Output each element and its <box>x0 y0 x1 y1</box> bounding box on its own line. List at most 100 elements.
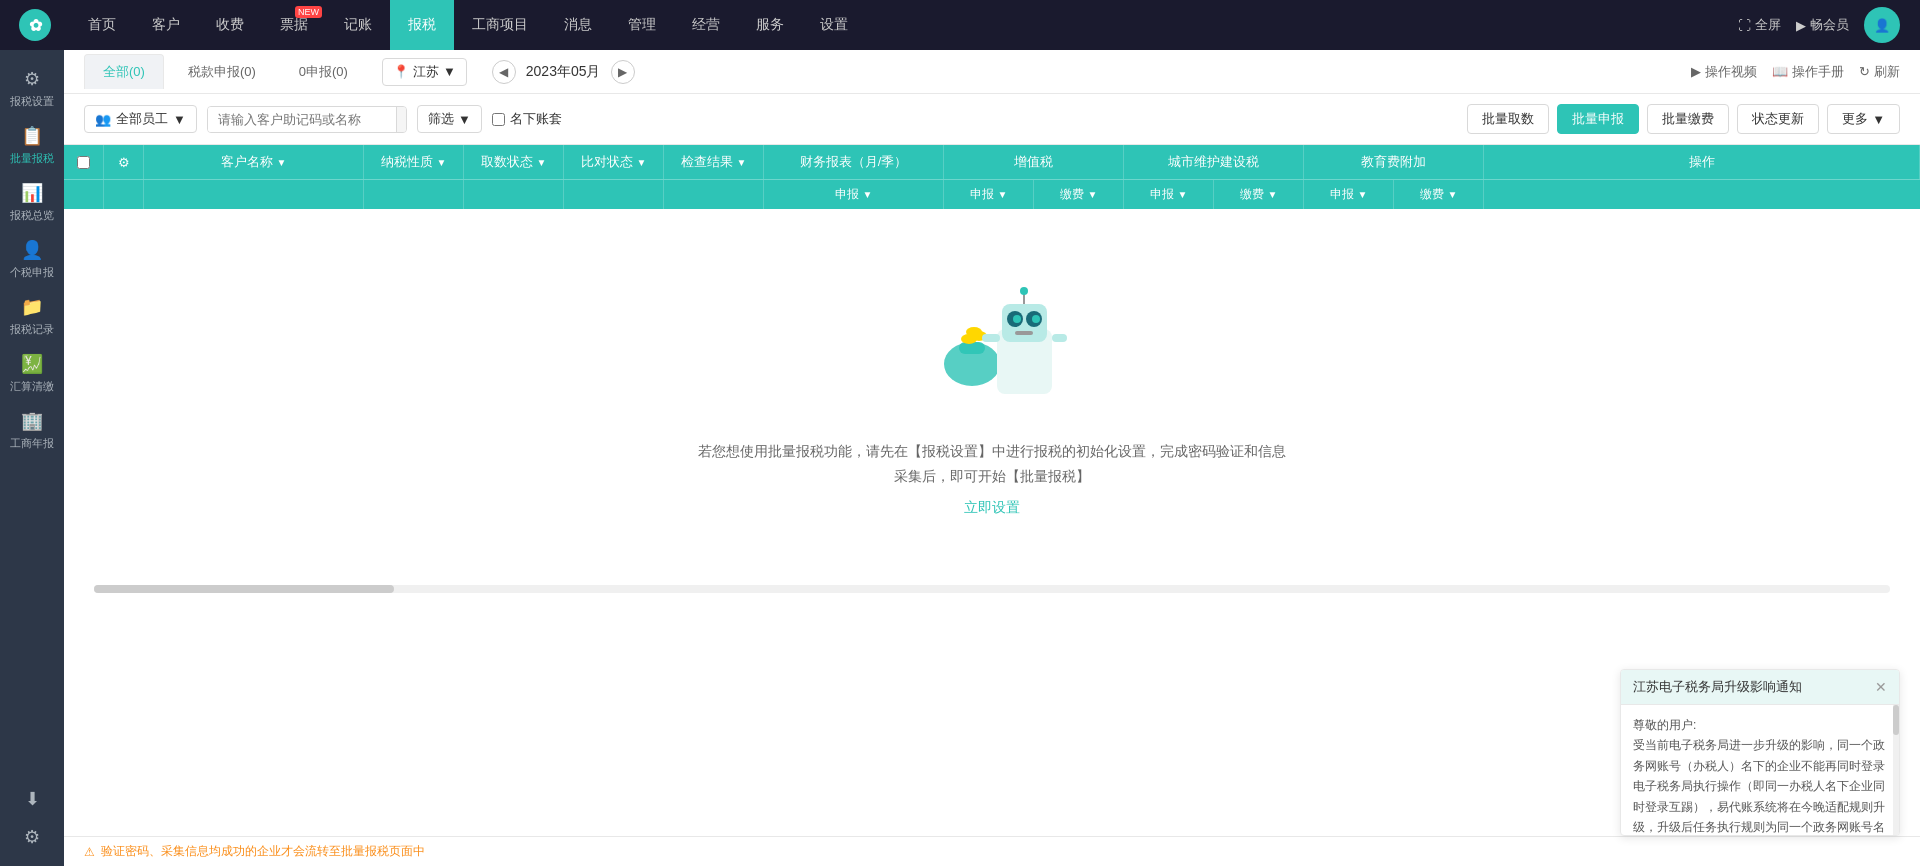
h-scrollbar-thumb[interactable] <box>94 585 394 593</box>
chevron-down-icon: ▼ <box>1872 112 1885 127</box>
sidebar-item-tax-records[interactable]: 📁 报税记录 <box>0 288 64 345</box>
search-button[interactable]: 🔍 <box>396 107 407 132</box>
svg-point-4 <box>966 327 982 337</box>
setup-link[interactable]: 立即设置 <box>964 499 1020 517</box>
book-icon: 📖 <box>1772 64 1788 79</box>
sub-th-city-declare: 申报 ▼ <box>1124 180 1214 209</box>
svg-point-10 <box>1032 315 1040 323</box>
more-btn[interactable]: 更多 ▼ <box>1827 104 1900 134</box>
nav-manage[interactable]: 管理 <box>610 0 674 50</box>
tab-all[interactable]: 全部(0) <box>84 54 164 89</box>
member-icon: ▶ <box>1796 18 1806 33</box>
prev-month-btn[interactable]: ◀ <box>492 60 516 84</box>
sort-icon: ▼ <box>1178 189 1188 200</box>
user-avatar[interactable]: 👤 <box>1864 7 1900 43</box>
th-education-tax: 教育费附加 <box>1304 145 1484 179</box>
sidebar-item-annual-report[interactable]: 🏢 工商年报 <box>0 402 64 459</box>
sidebar-item-settlement[interactable]: 💹 汇算清缴 <box>0 345 64 402</box>
member-btn[interactable]: ▶ 畅会员 <box>1796 16 1849 34</box>
nav-message[interactable]: 消息 <box>546 0 610 50</box>
nav-home[interactable]: 首页 <box>70 0 134 50</box>
empty-message: 若您想使用批量报税功能，请先在【报税设置】中进行报税的初始化设置，完成密码验证和… <box>692 439 1292 489</box>
employee-select[interactable]: 👥 全部员工 ▼ <box>84 105 197 133</box>
annual-report-icon: 🏢 <box>21 410 43 432</box>
sub-th-vat-declare: 申报 ▼ <box>944 180 1034 209</box>
svg-point-12 <box>1020 287 1028 295</box>
empty-state: 若您想使用批量报税功能，请先在【报税设置】中进行报税的初始化设置，完成密码验证和… <box>64 209 1920 577</box>
tax-overview-icon: 📊 <box>21 182 43 204</box>
batch-tax-icon: 📋 <box>21 125 43 147</box>
sub-th-edu-pay: 缴费 ▼ <box>1394 180 1484 209</box>
batch-pay-btn[interactable]: 批量缴费 <box>1647 104 1729 134</box>
status-update-btn[interactable]: 状态更新 <box>1737 104 1819 134</box>
individual-tax-icon: 👤 <box>21 239 43 261</box>
th-check-result: 检查结果 ▼ <box>664 145 764 179</box>
sort-icon: ▼ <box>1268 189 1278 200</box>
nav-bookkeeping[interactable]: 记账 <box>326 0 390 50</box>
manual-btn[interactable]: 📖 操作手册 <box>1772 63 1844 81</box>
notification-panel: 江苏电子税务局升级影响通知 ✕ 尊敬的用户:受当前电子税务局进一步升级的影响，同… <box>1620 669 1900 836</box>
logo[interactable]: ✿ <box>10 0 60 50</box>
search-input[interactable] <box>208 107 396 132</box>
th-city-tax: 城市维护建设税 <box>1124 145 1304 179</box>
select-all-checkbox[interactable] <box>77 156 90 169</box>
sidebar-download[interactable]: ⬇ <box>0 780 64 818</box>
next-month-btn[interactable]: ▶ <box>611 60 635 84</box>
nav-tax[interactable]: 报税 <box>390 0 454 50</box>
nav-industry[interactable]: 工商项目 <box>454 0 546 50</box>
chevron-down-icon: ▼ <box>458 112 471 127</box>
refresh-btn[interactable]: ↻ 刷新 <box>1859 63 1900 81</box>
sidebar-item-batch-tax[interactable]: 📋 批量报税 <box>0 117 64 174</box>
notification-body: 尊敬的用户:受当前电子税务局进一步升级的影响，同一个政务网账号（办税人）名下的企… <box>1621 705 1899 835</box>
fullscreen-icon: ⛶ <box>1738 18 1751 33</box>
chevron-down-icon: ▼ <box>443 64 456 79</box>
nav-operation[interactable]: 经营 <box>674 0 738 50</box>
sort-icon: ▼ <box>1358 189 1368 200</box>
video-tutorial-btn[interactable]: ▶ 操作视频 <box>1691 63 1757 81</box>
download-icon: ⬇ <box>21 788 43 810</box>
account-checkbox[interactable] <box>492 113 505 126</box>
region-selector[interactable]: 📍 江苏 ▼ <box>382 58 467 86</box>
sidebar-item-tax-overview[interactable]: 📊 报税总览 <box>0 174 64 231</box>
current-date: 2023年05月 <box>526 63 601 81</box>
th-customer-name: 客户名称 ▼ <box>144 145 364 179</box>
sidebar-item-tax-settings[interactable]: ⚙ 报税设置 <box>0 60 64 117</box>
settings-icon: ⚙ <box>21 826 43 848</box>
nav-service[interactable]: 服务 <box>738 0 802 50</box>
search-input-wrap: 🔍 <box>207 106 407 133</box>
notification-scroll-thumb[interactable] <box>1893 705 1899 735</box>
batch-fetch-btn[interactable]: 批量取数 <box>1467 104 1549 134</box>
tab-tax-declare[interactable]: 税款申报(0) <box>169 54 275 89</box>
tax-records-icon: 📁 <box>21 296 43 318</box>
sidebar-settings[interactable]: ⚙ <box>0 818 64 856</box>
sort-icon: ▼ <box>637 157 647 168</box>
nav-settings[interactable]: 设置 <box>802 0 866 50</box>
table-sub-header: 申报 ▼ 申报 ▼ 缴费 ▼ 申报 ▼ 缴费 ▼ <box>64 179 1920 209</box>
tab-bar: 全部(0) 税款申报(0) 0申报(0) 📍 江苏 ▼ ◀ 2023年05月 ▶ <box>64 50 1920 94</box>
nav-fee[interactable]: 收费 <box>198 0 262 50</box>
notification-close-btn[interactable]: ✕ <box>1875 679 1887 695</box>
sub-th-financial-declare: 申报 ▼ <box>764 180 944 209</box>
refresh-icon: ↻ <box>1859 64 1870 79</box>
new-badge: NEW <box>295 6 322 18</box>
sidebar-item-individual-tax[interactable]: 👤 个税申报 <box>0 231 64 288</box>
th-gear[interactable]: ⚙ <box>104 145 144 179</box>
account-checkbox-wrap: 名下账套 <box>492 110 562 128</box>
batch-declare-btn[interactable]: 批量申报 <box>1557 104 1639 134</box>
th-operations: 操作 <box>1484 145 1920 179</box>
play-icon: ▶ <box>1691 64 1701 79</box>
notification-scrollbar[interactable] <box>1893 705 1899 835</box>
th-checkbox[interactable] <box>64 145 104 179</box>
sort-icon: ▼ <box>1088 189 1098 200</box>
nav-invoice[interactable]: 票据 NEW <box>262 0 326 50</box>
h-scrollbar[interactable] <box>94 585 1890 593</box>
svg-rect-14 <box>982 334 1000 342</box>
nav-customer[interactable]: 客户 <box>134 0 198 50</box>
th-tax-nature: 纳税性质 ▼ <box>364 145 464 179</box>
fullscreen-btn[interactable]: ⛶ 全屏 <box>1738 16 1781 34</box>
filter-btn[interactable]: 筛选 ▼ <box>417 105 482 133</box>
settlement-icon: 💹 <box>21 353 43 375</box>
th-fetch-status: 取数状态 ▼ <box>464 145 564 179</box>
logo-icon: ✿ <box>19 9 51 41</box>
tab-zero-declare[interactable]: 0申报(0) <box>280 54 367 89</box>
